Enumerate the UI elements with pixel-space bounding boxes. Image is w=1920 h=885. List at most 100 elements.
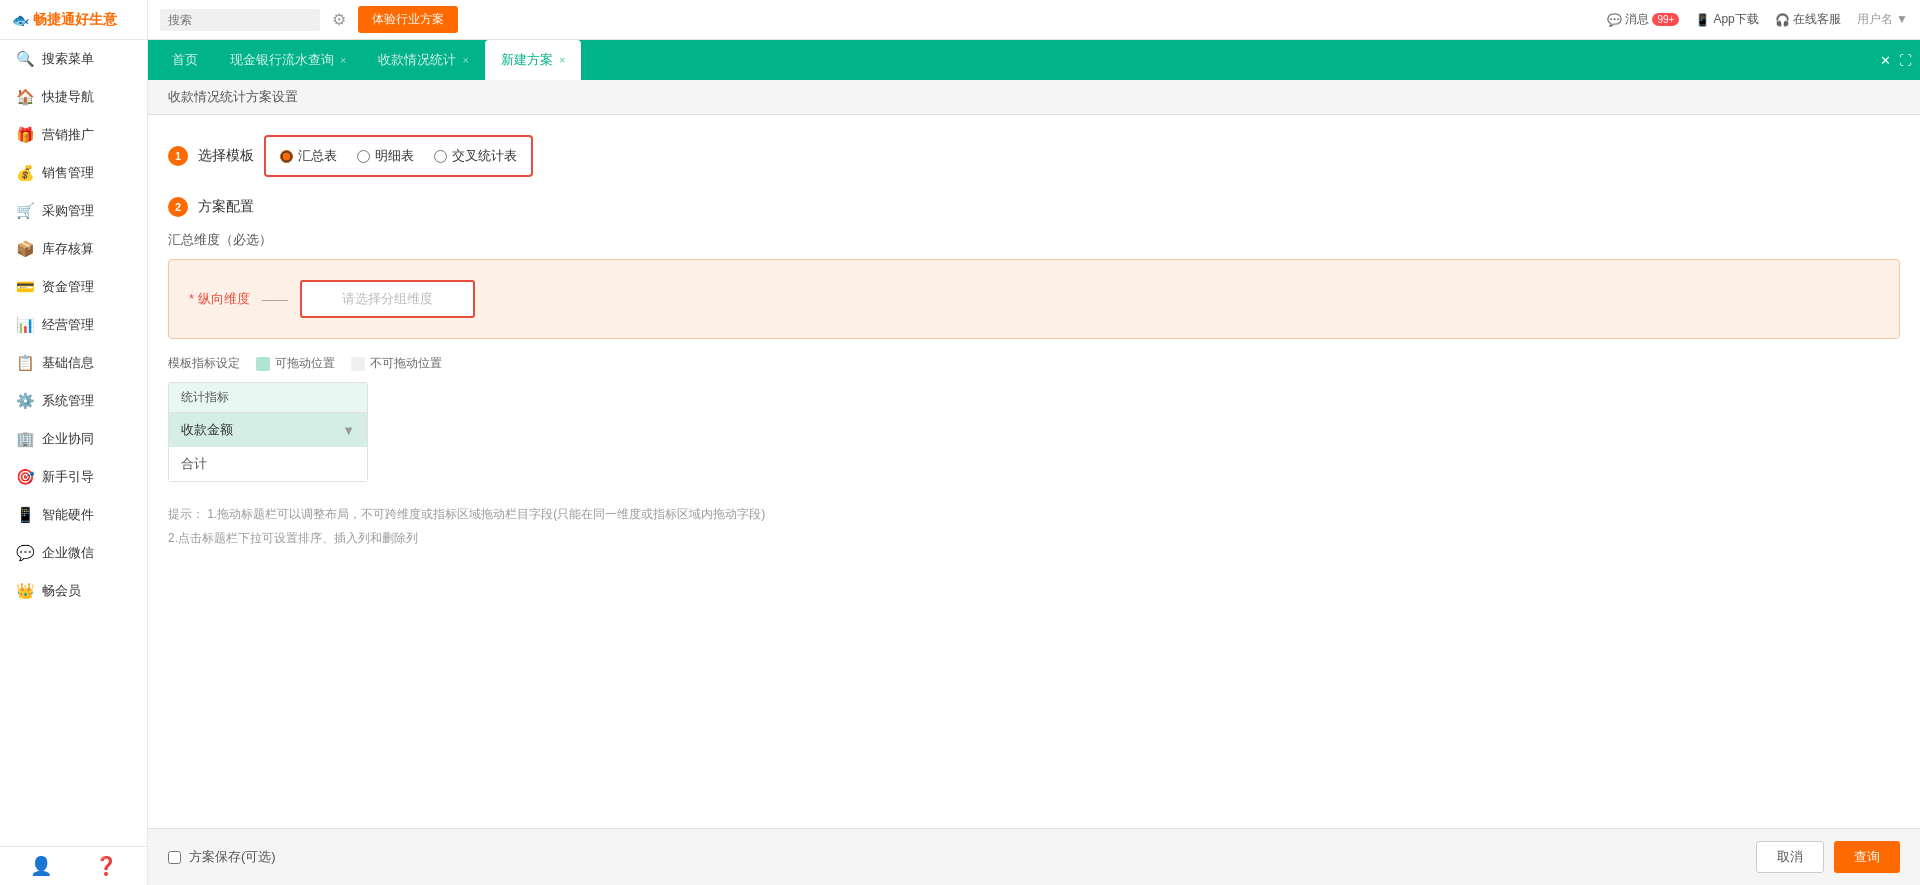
legend-draggable-box xyxy=(256,357,270,371)
tab-close-new-plan[interactable]: × xyxy=(559,54,565,66)
sidebar-item-quick-nav[interactable]: 🏠 快捷导航 xyxy=(0,78,147,116)
step1-header: 1 选择模板 汇总表 明细表 交叉统计表 xyxy=(168,135,1900,177)
step2-title: 方案配置 xyxy=(198,198,254,216)
user-avatar[interactable]: 用户名 ▼ xyxy=(1857,11,1908,28)
radio-cross-input[interactable] xyxy=(434,150,447,163)
tab-home[interactable]: 首页 xyxy=(156,40,214,80)
dimension-placeholder[interactable]: 请选择分组维度 xyxy=(300,280,475,318)
tab-bank-flow[interactable]: 现金银行流水查询× xyxy=(214,40,362,80)
indicator-table: 统计指标 收款金额 ▼ 合计 xyxy=(168,382,368,482)
support-icon: 🎧 xyxy=(1775,13,1790,27)
sidebar-label-newbie: 新手引导 xyxy=(42,468,94,486)
close-window-icon[interactable]: ✕ xyxy=(1880,53,1891,68)
sidebar-item-finance[interactable]: 💳 资金管理 xyxy=(0,268,147,306)
sidebar-item-enterprise[interactable]: 🏢 企业协同 xyxy=(0,420,147,458)
tab-close-bank-flow[interactable]: × xyxy=(340,54,346,66)
tip-1: 提示： 1.拖动标题栏可以调整布局，不可跨维度或指标区域拖动栏目字段(只能在同一… xyxy=(168,502,1900,526)
legend-draggable-label: 可拖动位置 xyxy=(275,355,335,372)
cancel-button[interactable]: 取消 xyxy=(1756,841,1824,873)
notification-area[interactable]: 💬 消息 99+ xyxy=(1607,11,1679,28)
sidebar-label-sales: 销售管理 xyxy=(42,164,94,182)
legend-fixed-label: 不可拖动位置 xyxy=(370,355,442,372)
page-content: 收款情况统计方案设置 1 选择模板 汇总表 明细表 xyxy=(148,80,1920,885)
trial-button[interactable]: 体验行业方案 xyxy=(358,6,458,33)
quick-nav-icon: 🏠 xyxy=(16,88,34,106)
step1-number: 1 xyxy=(168,146,188,166)
sidebar-item-member[interactable]: 👑 畅会员 xyxy=(0,572,147,610)
sidebar-bottom-icon2[interactable]: ❓ xyxy=(95,855,117,877)
gear-icon[interactable]: ⚙ xyxy=(332,10,346,29)
purchase-icon: 🛒 xyxy=(16,202,34,220)
download-label: App下载 xyxy=(1713,11,1758,28)
tab-receipt-stat[interactable]: 收款情况统计× xyxy=(362,40,484,80)
sidebar: 🐟 畅捷通好生意 🔍 搜索菜单 🏠 快捷导航 🎁 营销推广 💰 销售管理 🛒 采… xyxy=(0,0,148,885)
sidebar-item-operation[interactable]: 📊 经营管理 xyxy=(0,306,147,344)
sidebar-item-inventory[interactable]: 📦 库存核算 xyxy=(0,230,147,268)
newbie-icon: 🎯 xyxy=(16,468,34,486)
sidebar-item-marketing[interactable]: 🎁 营销推广 xyxy=(0,116,147,154)
indicator-cell-label: 收款金额 xyxy=(181,421,233,439)
radio-cross[interactable]: 交叉统计表 xyxy=(434,147,517,165)
finance-icon: 💳 xyxy=(16,278,34,296)
radio-summary[interactable]: 汇总表 xyxy=(280,147,337,165)
radio-detail[interactable]: 明细表 xyxy=(357,147,414,165)
enterprise-icon: 🏢 xyxy=(16,430,34,448)
tabbar: 首页现金银行流水查询×收款情况统计×新建方案× ✕ ⛶ xyxy=(148,40,1920,80)
indicator-sum: 合计 xyxy=(169,447,367,481)
sidebar-item-purchase[interactable]: 🛒 采购管理 xyxy=(0,192,147,230)
sidebar-item-sales[interactable]: 💰 销售管理 xyxy=(0,154,147,192)
sidebar-item-search-menu[interactable]: 🔍 搜索菜单 xyxy=(0,40,147,78)
legend-draggable: 可拖动位置 xyxy=(256,355,335,372)
template-radio-group: 汇总表 明细表 交叉统计表 xyxy=(264,135,533,177)
page-footer: 方案保存(可选) 取消 查询 xyxy=(148,828,1920,885)
search-input[interactable] xyxy=(160,9,320,31)
tab-close-receipt-stat[interactable]: × xyxy=(462,54,468,66)
sidebar-label-marketing: 营销推广 xyxy=(42,126,94,144)
topbar-right: 💬 消息 99+ 📱 App下载 🎧 在线客服 用户名 ▼ xyxy=(1607,11,1908,28)
save-checkbox[interactable] xyxy=(168,851,181,864)
step1-title: 选择模板 xyxy=(198,147,254,165)
support-area[interactable]: 🎧 在线客服 xyxy=(1775,11,1841,28)
radio-cross-label: 交叉统计表 xyxy=(452,147,517,165)
indicator-settings-label: 模板指标设定 xyxy=(168,355,240,372)
sidebar-item-system[interactable]: ⚙️ 系统管理 xyxy=(0,382,147,420)
radio-detail-input[interactable] xyxy=(357,150,370,163)
step2-header: 2 方案配置 xyxy=(168,197,1900,217)
maximize-icon[interactable]: ⛶ xyxy=(1899,53,1912,68)
sidebar-label-wechat: 企业微信 xyxy=(42,544,94,562)
query-button[interactable]: 查询 xyxy=(1834,841,1900,873)
basic-icon: 📋 xyxy=(16,354,34,372)
sidebar-item-basic[interactable]: 📋 基础信息 xyxy=(0,344,147,382)
indicator-cell[interactable]: 收款金额 ▼ xyxy=(169,413,367,447)
sidebar-item-smart-hw[interactable]: 📱 智能硬件 xyxy=(0,496,147,534)
sidebar-label-quick-nav: 快捷导航 xyxy=(42,88,94,106)
logo-name: 畅捷通好生意 xyxy=(33,11,117,29)
sidebar-bottom: 👤 ❓ xyxy=(0,846,147,885)
dimension-row: * 纵向维度 —— 请选择分组维度 xyxy=(189,280,475,318)
indicator-dropdown-icon[interactable]: ▼ xyxy=(342,423,355,438)
sidebar-label-system: 系统管理 xyxy=(42,392,94,410)
tab-new-plan[interactable]: 新建方案× xyxy=(485,40,581,80)
dimension-area: * 纵向维度 —— 请选择分组维度 xyxy=(168,259,1900,339)
sidebar-bottom-icon1[interactable]: 👤 xyxy=(30,855,52,877)
sidebar-label-enterprise: 企业协同 xyxy=(42,430,94,448)
sidebar-item-newbie[interactable]: 🎯 新手引导 xyxy=(0,458,147,496)
operation-icon: 📊 xyxy=(16,316,34,334)
indicator-settings: 模板指标设定 可拖动位置 不可拖动位置 统计指标 收款金 xyxy=(168,355,1900,482)
smart-hw-icon: 📱 xyxy=(16,506,34,524)
page-body: 1 选择模板 汇总表 明细表 交叉统计表 xyxy=(148,115,1920,828)
tip-2: 2.点击标题栏下拉可设置排序、插入列和删除列 xyxy=(168,526,1900,550)
sidebar-label-basic: 基础信息 xyxy=(42,354,94,372)
sidebar-label-member: 畅会员 xyxy=(42,582,81,600)
sidebar-logo: 🐟 畅捷通好生意 xyxy=(0,0,147,40)
notification-label: 消息 xyxy=(1625,11,1649,28)
sidebar-item-wechat[interactable]: 💬 企业微信 xyxy=(0,534,147,572)
radio-summary-input[interactable] xyxy=(280,150,293,163)
vertical-dim-label: * 纵向维度 xyxy=(189,290,250,308)
logo-icon: 🐟 xyxy=(12,12,29,28)
inventory-icon: 📦 xyxy=(16,240,34,258)
download-area[interactable]: 📱 App下载 xyxy=(1695,11,1758,28)
main-area: ⚙ 体验行业方案 💬 消息 99+ 📱 App下载 🎧 在线客服 用户名 ▼ 首… xyxy=(148,0,1920,885)
sales-icon: 💰 xyxy=(16,164,34,182)
topbar: ⚙ 体验行业方案 💬 消息 99+ 📱 App下载 🎧 在线客服 用户名 ▼ xyxy=(148,0,1920,40)
